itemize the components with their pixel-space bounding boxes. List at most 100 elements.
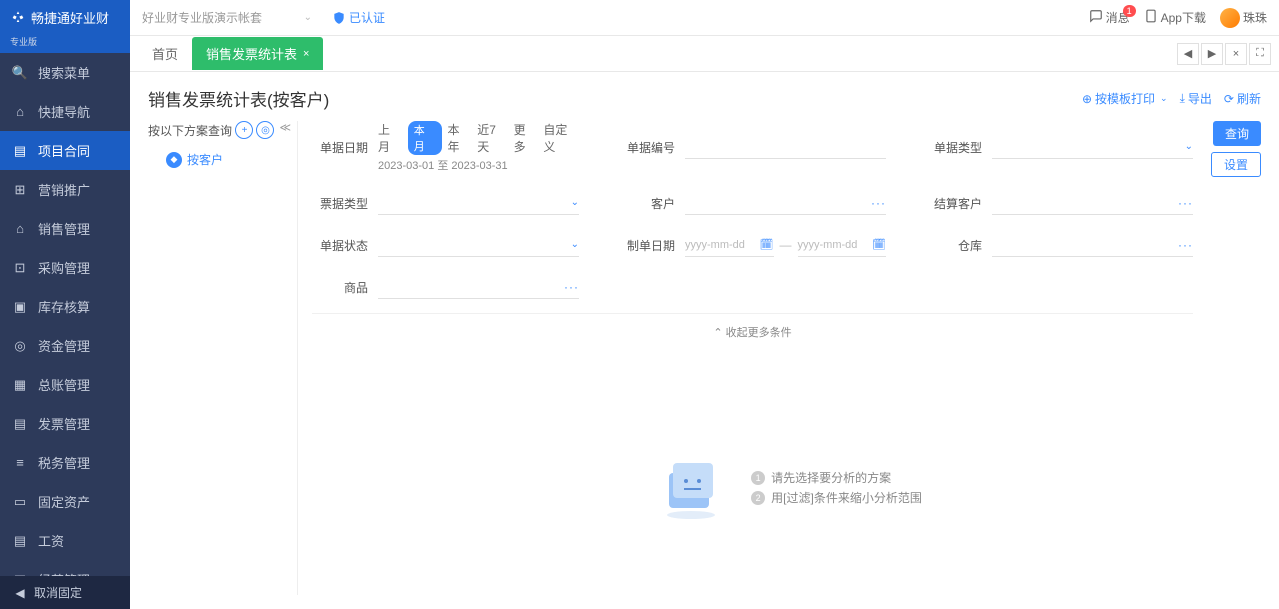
chevron-down-icon: ⌄ — [571, 197, 579, 208]
logo-icon — [10, 10, 26, 26]
settle-customer-picker[interactable]: ··· — [992, 191, 1193, 215]
fullscreen-button[interactable]: ⛶ — [1249, 43, 1271, 65]
warehouse-picker[interactable]: ··· — [992, 233, 1193, 257]
product-picker[interactable]: ··· — [378, 275, 579, 299]
date-option[interactable]: 本月 — [408, 121, 442, 155]
export-button[interactable]: ⤓ 导出 — [1180, 90, 1212, 107]
customer-label: 客户 — [619, 195, 675, 212]
field-settle-customer: 结算客户 ··· — [926, 191, 1193, 215]
page-title: 销售发票统计表(按客户) — [148, 86, 329, 111]
sidebar-item-9[interactable]: ▤发票管理 — [0, 404, 130, 443]
scheme-label: 按客户 — [187, 151, 223, 168]
logo-text: 畅捷通好业财 — [31, 8, 109, 27]
print-button[interactable]: ⊕ 按模板打印 ⌄ — [1082, 90, 1168, 107]
sidebar-item-6[interactable]: ▣ 库存核算 — [0, 287, 130, 326]
logo[interactable]: 畅捷通好业财 — [0, 0, 130, 35]
user-name: 珠珠 — [1243, 9, 1267, 26]
field-invoice-type: 票据类型 ⌄ — [312, 191, 579, 215]
date-label: 单据日期 — [312, 139, 368, 156]
invoice-type-select[interactable]: ⌄ — [378, 191, 579, 215]
box-icon: ▣ — [12, 299, 28, 315]
sidebar-item-3[interactable]: ⊞营销推广 — [0, 170, 130, 209]
sidebar-item-label: 营销推广 — [38, 180, 90, 199]
setting-button[interactable]: 设置 — [1211, 152, 1261, 177]
bill-no-input[interactable] — [685, 135, 886, 159]
download-button[interactable]: App下载 — [1144, 9, 1206, 26]
file-icon: ▤ — [12, 143, 28, 159]
home-icon: ⌂ — [12, 104, 28, 120]
sidebar-item-5[interactable]: ⊡ 采购管理 — [0, 248, 130, 287]
verified-text: 已认证 — [349, 9, 385, 26]
date-option[interactable]: 近7天 — [477, 121, 507, 155]
tab-home[interactable]: 首页 — [138, 37, 192, 70]
sidebar-item-11[interactable]: ▭ 固定资产 — [0, 482, 130, 521]
sidebar-item-2[interactable]: ▤项目合同 — [0, 131, 130, 170]
filter-panel: 按以下方案查询 + ◎ ≪ ◆ 按客户 — [148, 121, 298, 595]
sidebar-item-10[interactable]: ≡税务管理 — [0, 443, 130, 482]
warehouse-label: 仓库 — [926, 237, 982, 254]
user-menu[interactable]: 珠珠 — [1220, 8, 1267, 28]
customer-picker[interactable]: ··· — [685, 191, 886, 215]
search-icon: 🔍 — [12, 65, 28, 81]
field-make-date: 制单日期 yyyy-mm-dd 🗓 — yyyy-mm-dd — [619, 233, 886, 257]
tabbar: 首页 销售发票统计表 × ◀ ▶ × ⛶ — [130, 36, 1279, 72]
bill-type-select[interactable]: ⌄ — [992, 135, 1193, 159]
sidebar-item-1[interactable]: ⌂快捷导航 — [0, 92, 130, 131]
empty-line-1: 请先选择要分析的方案 — [771, 469, 891, 486]
collapse-icon: ⌃ — [713, 327, 722, 339]
sidebar-item-0[interactable]: 🔍搜索菜单 — [0, 53, 130, 92]
tab-active[interactable]: 销售发票统计表 × — [192, 37, 323, 70]
date-from-placeholder: yyyy-mm-dd — [685, 239, 745, 251]
cart2-icon: ⊡ — [12, 260, 28, 276]
scheme-item[interactable]: ◆ 按客户 — [148, 147, 291, 172]
sidebar-item-7[interactable]: ◎资金管理 — [0, 326, 130, 365]
sidebar-item-label: 采购管理 — [38, 258, 90, 277]
field-warehouse: 仓库 ··· — [926, 233, 1193, 257]
field-bill-no: 单据编号 — [619, 121, 886, 173]
sidebar-item-8[interactable]: ▦总账管理 — [0, 365, 130, 404]
date-from-input[interactable]: yyyy-mm-dd 🗓 — [685, 233, 774, 257]
add-scheme-button[interactable]: + — [235, 121, 253, 139]
query-button[interactable]: 查询 — [1213, 121, 1261, 146]
collapse-conditions[interactable]: ⌃ 收起更多条件 — [312, 313, 1193, 350]
topbar-right: 消息 1 App下载 珠珠 — [1089, 8, 1267, 28]
sidebar-item-label: 库存核算 — [38, 297, 90, 316]
date-to-input[interactable]: yyyy-mm-dd 🗓 — [798, 233, 887, 257]
tab-close-all[interactable]: × — [1225, 43, 1247, 65]
refresh-button[interactable]: ⟳ 刷新 — [1224, 90, 1261, 107]
date-option[interactable]: 自定义 — [543, 121, 579, 155]
sidebar-item-label: 销售管理 — [38, 219, 90, 238]
shield-icon — [332, 11, 346, 25]
tab-prev[interactable]: ◀ — [1177, 43, 1199, 65]
verified-badge[interactable]: 已认证 — [332, 9, 385, 26]
sidebar-item-label: 固定资产 — [38, 492, 90, 511]
account-select[interactable]: 好业财专业版演示帐套 ⌄ — [142, 9, 312, 26]
refresh-icon: ⟳ — [1224, 92, 1234, 106]
sidebar-item-4[interactable]: ⌂销售管理 — [0, 209, 130, 248]
bill-status-select[interactable]: ⌄ — [378, 233, 579, 257]
sidebar-item-label: 税务管理 — [38, 453, 90, 472]
collapse-panel-button[interactable]: ≪ — [279, 121, 291, 139]
page-actions: ⊕ 按模板打印 ⌄ ⤓ 导出 ⟳ 刷新 — [1082, 90, 1261, 107]
close-icon[interactable]: × — [303, 48, 309, 60]
sidebar-item-13[interactable]: ▦经营管理 — [0, 560, 130, 576]
filter-header: 按以下方案查询 + ◎ ≪ — [148, 121, 291, 139]
chevron-down-icon: ⌄ — [304, 12, 312, 23]
calendar-icon: 🗓 — [760, 238, 774, 251]
export-icon: ⤓ — [1180, 91, 1185, 106]
field-bill-type: 单据类型 ⌄ — [926, 121, 1193, 173]
collapse-label: 收起更多条件 — [726, 327, 792, 339]
message-button[interactable]: 消息 1 — [1089, 9, 1130, 26]
tab-next[interactable]: ▶ — [1201, 43, 1223, 65]
make-date-label: 制单日期 — [619, 237, 675, 254]
scheme-setting-button[interactable]: ◎ — [256, 121, 274, 139]
nav-list: 🔍搜索菜单⌂快捷导航▤项目合同⊞营销推广⌂销售管理⊡采购管理▣库存核算◎资金管理… — [0, 53, 130, 576]
date-option[interactable]: 本年 — [448, 121, 472, 155]
scheme-icon: ◆ — [166, 152, 182, 168]
pin-toggle[interactable]: ◀ 取消固定 — [0, 576, 130, 609]
sidebar-item-12[interactable]: ▤工资 — [0, 521, 130, 560]
pin-icon: ◀ — [12, 585, 28, 601]
date-option[interactable]: 更多 — [514, 121, 538, 155]
date-option[interactable]: 上月 — [378, 121, 402, 155]
asset-icon: ▭ — [12, 494, 28, 510]
